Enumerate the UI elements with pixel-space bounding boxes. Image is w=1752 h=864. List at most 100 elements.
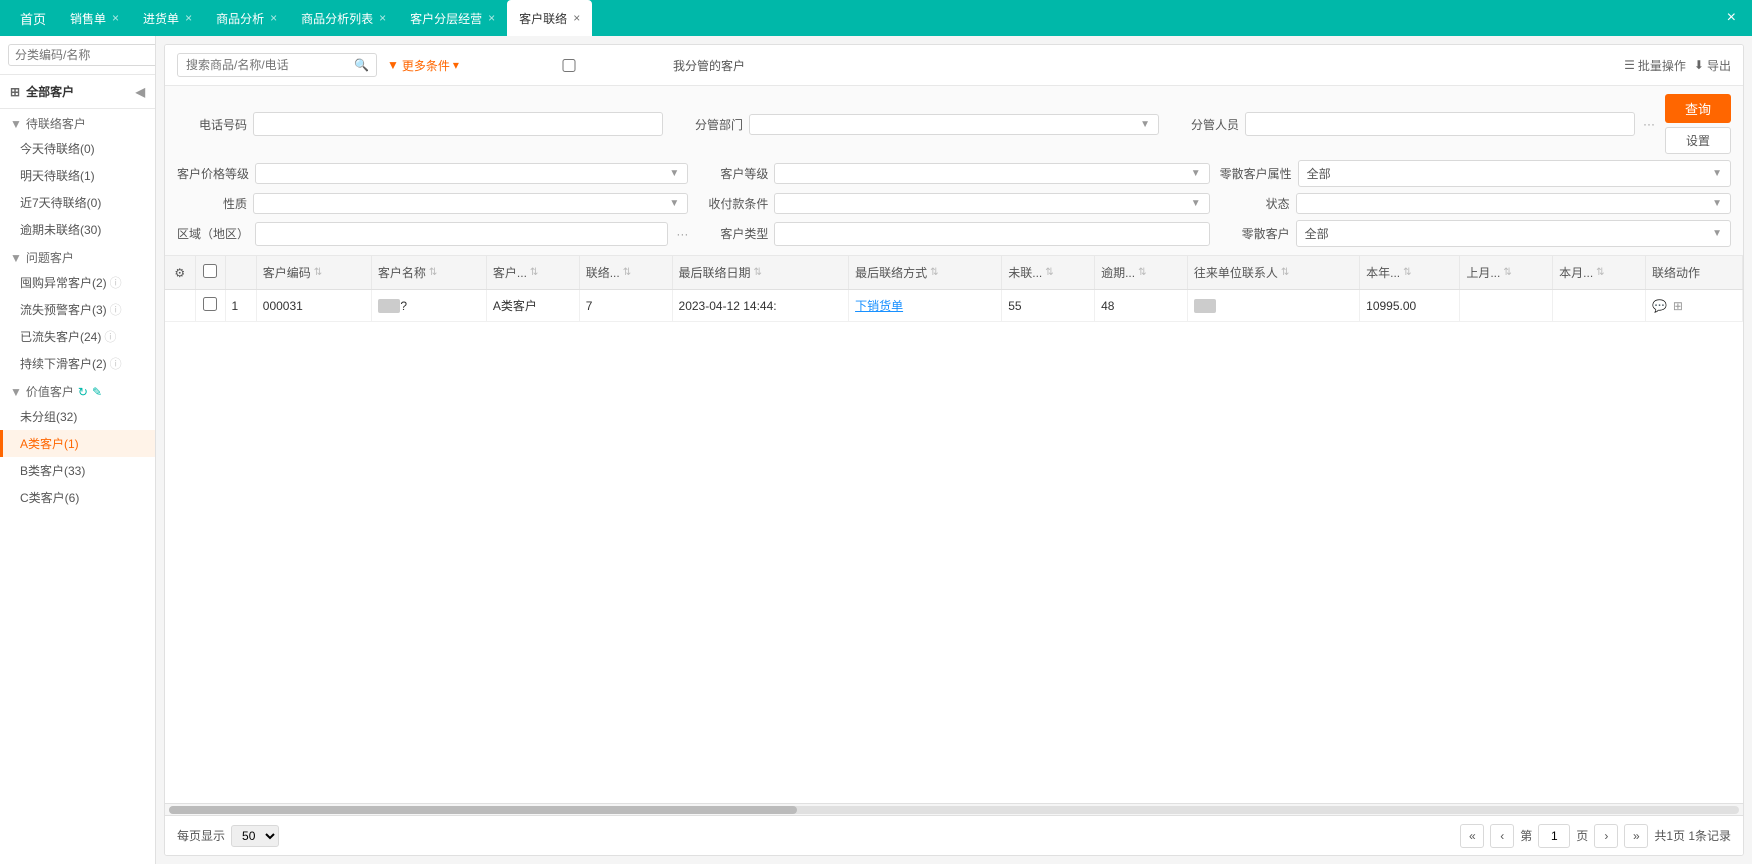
settings-button[interactable]: 设置: [1665, 127, 1731, 154]
close-sales-order[interactable]: ×: [112, 11, 119, 25]
sidebar-search-input[interactable]: [8, 44, 156, 66]
filter-retail-attr-select[interactable]: 全部 ▼: [1298, 160, 1731, 187]
last-contact-method-link[interactable]: 下销货单: [855, 299, 903, 313]
th-this-year[interactable]: 本年... ⇅: [1360, 256, 1460, 290]
sidebar-item-ungrouped[interactable]: 未分组(32): [0, 403, 155, 430]
query-button[interactable]: 查询: [1665, 94, 1731, 123]
th-gear[interactable]: ⚙: [165, 256, 195, 290]
tab-product-analysis[interactable]: 商品分析 ×: [204, 0, 289, 36]
chat-action-icon[interactable]: 💬: [1652, 299, 1667, 313]
filter-bar: 🔍 ▼ 更多条件 ▾ 我分管的客户 ☰ 批量操作 ⬇ 导出: [165, 45, 1743, 86]
prev-page-button[interactable]: ‹: [1490, 824, 1514, 848]
region-more-icon[interactable]: ···: [676, 227, 688, 241]
close-purchase-order[interactable]: ×: [185, 11, 192, 25]
last-page-button[interactable]: »: [1624, 824, 1648, 848]
per-page-select[interactable]: 50: [231, 825, 279, 847]
filter-customer-level-select[interactable]: ▼: [774, 163, 1209, 184]
filter-region-input[interactable]: [255, 222, 668, 246]
th-category[interactable]: 客户... ⇅: [486, 256, 579, 290]
first-page-button[interactable]: «: [1460, 824, 1484, 848]
batch-operation-button[interactable]: ☰ 批量操作: [1624, 57, 1686, 74]
th-overdue[interactable]: 逾期... ⇅: [1095, 256, 1188, 290]
sidebar-item-class-a[interactable]: A类客户(1): [0, 430, 155, 457]
th-last-month[interactable]: 上月... ⇅: [1460, 256, 1553, 290]
sidebar-item-churn-warning[interactable]: 流失预警客户(3) ⓘ: [0, 296, 155, 323]
filter-payment-select[interactable]: ▼: [774, 193, 1209, 214]
sidebar-group-pending[interactable]: ▼ 待联络客户: [0, 109, 155, 135]
filter-customer-type-input[interactable]: [774, 222, 1209, 246]
sidebar-item-7day-contact[interactable]: 近7天待联络(0): [0, 189, 155, 216]
filter-row-1: 电话号码 分管部门 ▼ 分管人员 ··· 查询 设置: [177, 94, 1731, 154]
close-customer-segmentation[interactable]: ×: [488, 11, 495, 25]
filter-status-select[interactable]: ▼: [1296, 193, 1731, 214]
scrollbar-thumb[interactable]: [169, 806, 797, 814]
tab-purchase-order[interactable]: 进货单 ×: [131, 0, 204, 36]
filter-phone-input[interactable]: [253, 112, 663, 136]
sidebar-item-overdue-contact[interactable]: 逾期未联络(30): [0, 216, 155, 243]
window-close-button[interactable]: ×: [1719, 9, 1744, 26]
main-search-icon[interactable]: 🔍: [354, 58, 369, 72]
sidebar-item-declining[interactable]: 持续下滑客户(2) ⓘ: [0, 350, 155, 377]
edit-icon[interactable]: ✎: [92, 385, 102, 399]
more-filters-button[interactable]: ▼ 更多条件 ▾: [387, 57, 459, 74]
row-unit-contact: ■■: [1187, 290, 1359, 322]
th-code[interactable]: 客户编码 ⇅: [256, 256, 371, 290]
nature-down-arrow: ▼: [669, 198, 679, 209]
filter-nature-select[interactable]: ▼: [253, 193, 688, 214]
filter-person-input[interactable]: [1245, 112, 1635, 136]
filter-retail-select[interactable]: 全部 ▼: [1296, 220, 1731, 247]
export-button[interactable]: ⬇ 导出: [1694, 57, 1731, 74]
row-checkbox[interactable]: [203, 297, 217, 311]
my-customers-checkbox[interactable]: [469, 59, 669, 72]
sidebar-item-churned[interactable]: 已流失客户(24) ⓘ: [0, 323, 155, 350]
filter-nature: 性质 ▼: [177, 193, 688, 214]
sidebar-group-problem[interactable]: ▼ 问题客户: [0, 243, 155, 269]
th-no-contact[interactable]: 未联... ⇅: [1002, 256, 1095, 290]
select-all-checkbox[interactable]: [203, 264, 217, 278]
filter-payment: 收付款条件 ▼: [698, 193, 1209, 214]
horizontal-scrollbar[interactable]: [165, 803, 1743, 815]
scrollbar-track: [169, 806, 1739, 814]
close-product-analysis-list[interactable]: ×: [379, 11, 386, 25]
page-number-input[interactable]: [1538, 824, 1570, 848]
th-name[interactable]: 客户名称 ⇅: [371, 256, 486, 290]
sidebar-item-tomorrow-contact[interactable]: 明天待联络(1): [0, 162, 155, 189]
th-last-contact-date[interactable]: 最后联络日期 ⇅: [672, 256, 849, 290]
th-this-month[interactable]: 本月... ⇅: [1553, 256, 1646, 290]
next-page-button[interactable]: ›: [1594, 824, 1618, 848]
per-page-group: 每页显示 50: [177, 825, 279, 847]
filter-dept-select[interactable]: ▼: [749, 114, 1159, 135]
filter-icon: ▼: [387, 58, 399, 72]
filter-phone-label: 电话号码: [177, 116, 247, 133]
sidebar-item-class-c[interactable]: C类客户(6): [0, 484, 155, 511]
sort-icon-this-year: ⇅: [1403, 267, 1411, 278]
refresh-icon[interactable]: ↻: [78, 385, 88, 399]
sidebar-collapse-button[interactable]: ◀: [136, 85, 145, 99]
filter-price-level-select[interactable]: ▼: [255, 163, 688, 184]
sidebar-item-today-contact[interactable]: 今天待联络(0): [0, 135, 155, 162]
tab-customer-contact[interactable]: 客户联络 ×: [507, 0, 592, 36]
sidebar-item-hoarding-abnormal[interactable]: 囤购异常客户(2) ⓘ: [0, 269, 155, 296]
more-filters-arrow: ▾: [453, 58, 459, 72]
sidebar-group-value[interactable]: ▼ 价值客户 ↻ ✎: [0, 377, 155, 403]
row-code: 000031: [256, 290, 371, 322]
tab-customer-segmentation[interactable]: 客户分层经营 ×: [398, 0, 507, 36]
row-gear: [165, 290, 195, 322]
home-tab[interactable]: 首页: [8, 0, 58, 36]
tab-sales-order[interactable]: 销售单 ×: [58, 0, 131, 36]
main-search-input[interactable]: [177, 53, 377, 77]
close-customer-contact[interactable]: ×: [573, 11, 580, 25]
sidebar-item-class-b[interactable]: B类客户(33): [0, 457, 155, 484]
sort-icon-unit-contact: ⇅: [1281, 267, 1289, 278]
th-last-contact-method[interactable]: 最后联络方式 ⇅: [849, 256, 1002, 290]
th-unit-contact[interactable]: 往来单位联系人 ⇅: [1187, 256, 1359, 290]
tab-product-analysis-list[interactable]: 商品分析列表 ×: [289, 0, 398, 36]
th-contact[interactable]: 联络... ⇅: [579, 256, 672, 290]
close-product-analysis[interactable]: ×: [270, 11, 277, 25]
row-last-contact-method[interactable]: 下销货单: [849, 290, 1002, 322]
person-more-icon[interactable]: ···: [1643, 117, 1655, 131]
sort-icon-contact: ⇅: [623, 267, 631, 278]
row-no-contact: 55: [1002, 290, 1095, 322]
qr-action-icon[interactable]: ⊞: [1673, 299, 1683, 313]
th-action: 联络动作: [1645, 256, 1742, 290]
